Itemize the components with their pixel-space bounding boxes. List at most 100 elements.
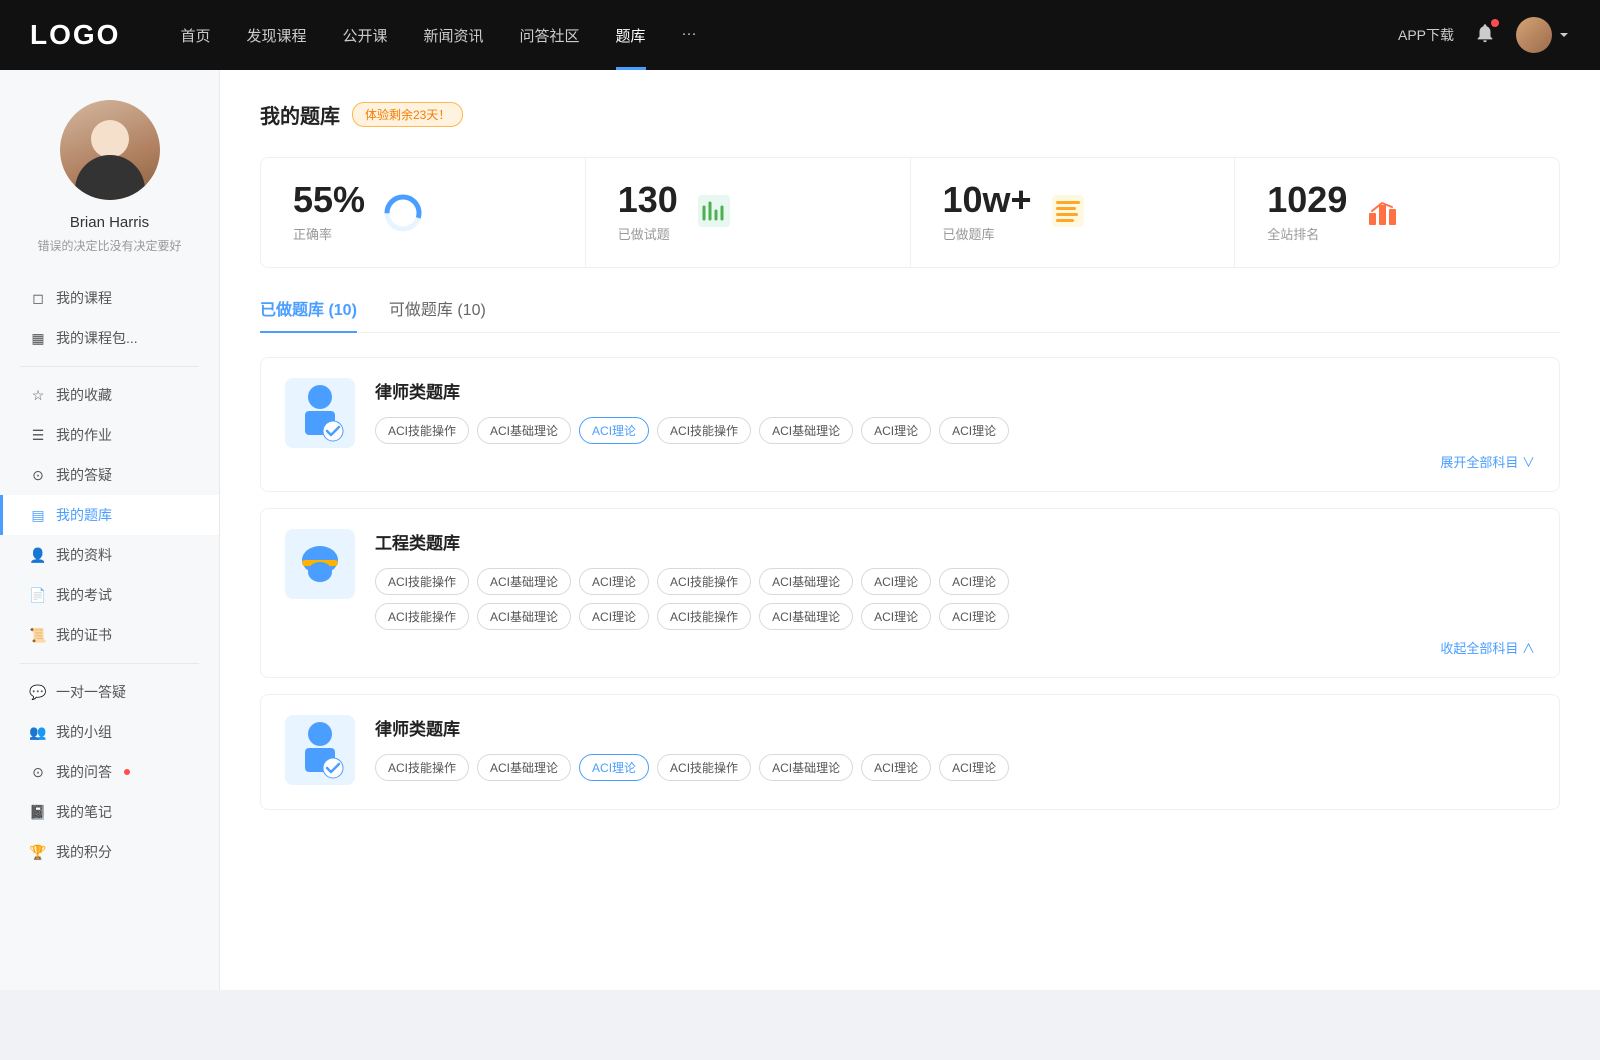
l2-tag-2[interactable]: ACI理论	[579, 754, 649, 781]
sidebar-item-course-pack[interactable]: ▦ 我的课程包...	[0, 318, 219, 358]
nav-home[interactable]: 首页	[180, 25, 210, 46]
sidebar-label-my-qa: 我的答疑	[56, 465, 112, 485]
questions-icon: ⊙	[30, 764, 46, 780]
nav-open-course[interactable]: 公开课	[342, 25, 387, 46]
expand-link-lawyer-1[interactable]: 展开全部科目 ∨	[375, 452, 1535, 471]
quiz-bank-icon: ▤	[30, 507, 46, 523]
sidebar-label-my-courses: 我的课程	[56, 288, 112, 308]
page-title: 我的题库	[260, 100, 340, 129]
sidebar-label-favorites: 我的收藏	[56, 385, 112, 405]
sidebar-item-my-points[interactable]: 🏆 我的积分	[0, 832, 219, 872]
l2-tag-0[interactable]: ACI技能操作	[375, 754, 469, 781]
bank-title-engineer: 工程类题库	[375, 529, 1535, 554]
eng-tag-3[interactable]: ACI技能操作	[657, 568, 751, 595]
l2-tag-3[interactable]: ACI技能操作	[657, 754, 751, 781]
bank-tags-engineer-1: ACI技能操作 ACI基础理论 ACI理论 ACI技能操作 ACI基础理论 AC…	[375, 568, 1535, 595]
stat-banks-value: 10w+	[943, 182, 1032, 218]
tag-1[interactable]: ACI基础理论	[477, 417, 571, 444]
l2-tag-4[interactable]: ACI基础理论	[759, 754, 853, 781]
eng-tag-4[interactable]: ACI基础理论	[759, 568, 853, 595]
profile-avatar	[60, 100, 160, 200]
l2-tag-6[interactable]: ACI理论	[939, 754, 1009, 781]
eng-tag-6[interactable]: ACI理论	[939, 568, 1009, 595]
data-icon: 👤	[30, 547, 46, 563]
sidebar-item-my-notes[interactable]: 📓 我的笔记	[0, 792, 219, 832]
sidebar-label-my-group: 我的小组	[56, 722, 112, 742]
sidebar-label-certificate: 我的证书	[56, 625, 112, 645]
bank-content-engineer: 工程类题库 ACI技能操作 ACI基础理论 ACI理论 ACI技能操作 ACI基…	[375, 529, 1535, 657]
sidebar-item-homework[interactable]: ☰ 我的作业	[0, 415, 219, 455]
tag-4[interactable]: ACI基础理论	[759, 417, 853, 444]
sidebar-item-my-courses[interactable]: ◻ 我的课程	[0, 278, 219, 318]
bank-title-lawyer-2: 律师类题库	[375, 715, 1535, 740]
user-avatar-wrapper[interactable]	[1516, 17, 1570, 53]
tag-5[interactable]: ACI理论	[861, 417, 931, 444]
bank-card-lawyer-2: 律师类题库 ACI技能操作 ACI基础理论 ACI理论 ACI技能操作 ACI基…	[260, 694, 1560, 810]
eng2-tag-4[interactable]: ACI基础理论	[759, 603, 853, 630]
engineer-bank-icon	[285, 529, 355, 599]
sidebar-item-my-data[interactable]: 👤 我的资料	[0, 535, 219, 575]
tag-2[interactable]: ACI理论	[579, 417, 649, 444]
homework-icon: ☰	[30, 427, 46, 443]
stat-accuracy: 55% 正确率	[261, 158, 586, 267]
tab-done-banks[interactable]: 已做题库 (10)	[260, 296, 357, 332]
sidebar-divider-1	[20, 366, 199, 367]
sidebar-item-my-group[interactable]: 👥 我的小组	[0, 712, 219, 752]
stats-row: 55% 正确率 130 已做试题	[260, 157, 1560, 268]
notification-bell[interactable]	[1474, 22, 1496, 49]
sidebar-label-my-exam: 我的考试	[56, 585, 112, 605]
bank-title-lawyer-1: 律师类题库	[375, 378, 1535, 403]
sidebar-label-my-points: 我的积分	[56, 842, 112, 862]
eng-tag-0[interactable]: ACI技能操作	[375, 568, 469, 595]
eng-tag-5[interactable]: ACI理论	[861, 568, 931, 595]
collapse-link-engineer[interactable]: 收起全部科目 ∧	[375, 638, 1535, 657]
sidebar-item-one-on-one[interactable]: 💬 一对一答疑	[0, 672, 219, 712]
tab-available-banks[interactable]: 可做题库 (10)	[389, 296, 486, 332]
main-wrapper: Brian Harris 错误的决定比没有决定要好 ◻ 我的课程 ▦ 我的课程包…	[0, 70, 1600, 990]
sidebar-item-my-questions[interactable]: ⊙ 我的问答	[0, 752, 219, 792]
questions-badge	[124, 769, 130, 775]
tag-0[interactable]: ACI技能操作	[375, 417, 469, 444]
l2-tag-5[interactable]: ACI理论	[861, 754, 931, 781]
l2-tag-1[interactable]: ACI基础理论	[477, 754, 571, 781]
eng2-tag-5[interactable]: ACI理论	[861, 603, 931, 630]
sidebar-item-quiz-bank[interactable]: ▤ 我的题库	[0, 495, 219, 535]
page-header: 我的题库 体验剩余23天！	[260, 100, 1560, 129]
trial-badge: 体验剩余23天！	[352, 102, 463, 127]
user-avatar	[1516, 17, 1552, 53]
sidebar-menu: ◻ 我的课程 ▦ 我的课程包... ☆ 我的收藏 ☰ 我的作业 ⊙ 我的答疑 ▤	[0, 278, 219, 872]
notes-icon: 📓	[30, 804, 46, 820]
sidebar-item-my-qa[interactable]: ⊙ 我的答疑	[0, 455, 219, 495]
questions-chart-icon	[696, 193, 736, 233]
tag-6[interactable]: ACI理论	[939, 417, 1009, 444]
nav-more[interactable]: ···	[682, 25, 697, 46]
profile-name: Brian Harris	[70, 214, 149, 231]
nav-discover[interactable]: 发现课程	[246, 25, 306, 46]
bank-tags-lawyer-2: ACI技能操作 ACI基础理论 ACI理论 ACI技能操作 ACI基础理论 AC…	[375, 754, 1535, 781]
nav-qa[interactable]: 问答社区	[520, 25, 580, 46]
eng-tag-1[interactable]: ACI基础理论	[477, 568, 571, 595]
eng2-tag-1[interactable]: ACI基础理论	[477, 603, 571, 630]
accuracy-chart-icon	[383, 193, 423, 233]
eng2-tag-6[interactable]: ACI理论	[939, 603, 1009, 630]
eng-tag-2[interactable]: ACI理论	[579, 568, 649, 595]
tabs-row: 已做题库 (10) 可做题库 (10)	[260, 296, 1560, 333]
eng2-tag-3[interactable]: ACI技能操作	[657, 603, 751, 630]
course-icon: ◻	[30, 290, 46, 306]
nav-quiz-bank[interactable]: 题库	[616, 25, 646, 46]
tag-3[interactable]: ACI技能操作	[657, 417, 751, 444]
eng2-tag-2[interactable]: ACI理论	[579, 603, 649, 630]
lawyer-bank-icon	[285, 378, 355, 448]
sidebar-item-certificate[interactable]: 📜 我的证书	[0, 615, 219, 655]
stat-ranking-value: 1029	[1267, 182, 1347, 218]
sidebar-item-my-exam[interactable]: 📄 我的考试	[0, 575, 219, 615]
stat-banks-label: 已做题库	[943, 224, 1032, 243]
app-download-button[interactable]: APP下载	[1398, 25, 1454, 45]
eng2-tag-0[interactable]: ACI技能操作	[375, 603, 469, 630]
sidebar-item-favorites[interactable]: ☆ 我的收藏	[0, 375, 219, 415]
course-pack-icon: ▦	[30, 330, 46, 346]
bank-card-lawyer-1: 律师类题库 ACI技能操作 ACI基础理论 ACI理论 ACI技能操作 ACI基…	[260, 357, 1560, 492]
sidebar: Brian Harris 错误的决定比没有决定要好 ◻ 我的课程 ▦ 我的课程包…	[0, 70, 220, 990]
nav-news[interactable]: 新闻资讯	[424, 25, 484, 46]
stat-accuracy-label: 正确率	[293, 224, 365, 243]
